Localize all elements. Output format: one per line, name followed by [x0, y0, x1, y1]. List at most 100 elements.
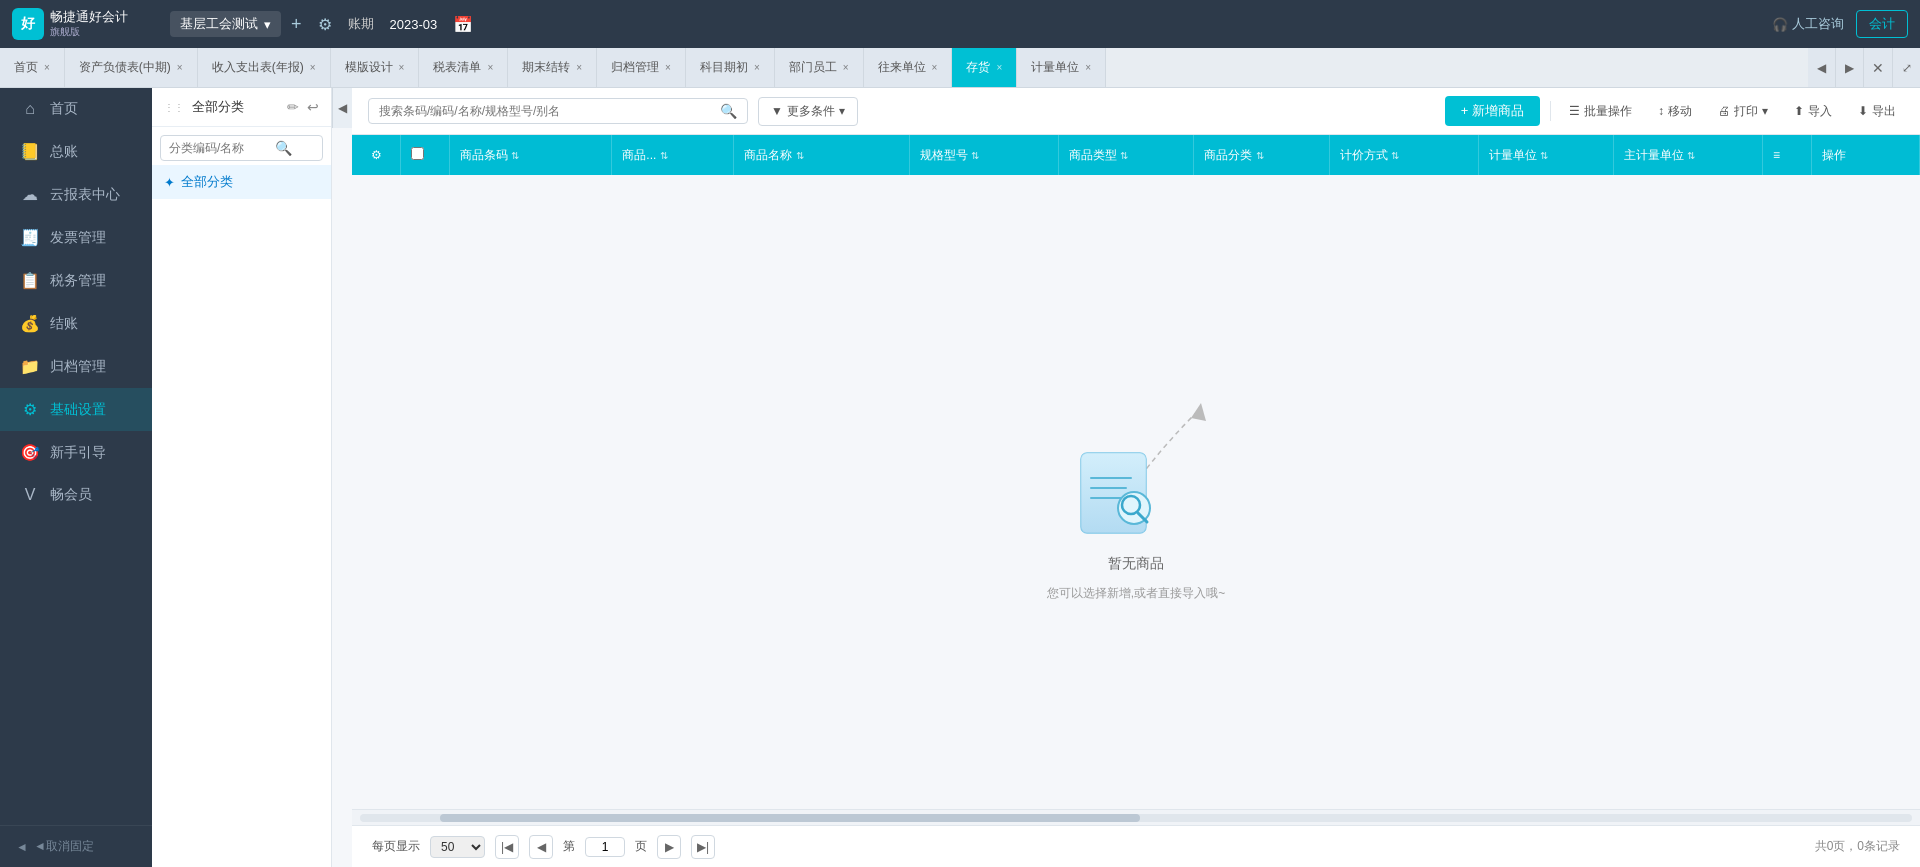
tab-label: 部门员工 [789, 59, 837, 76]
more-filter-button[interactable]: ▼ 更多条件 ▾ [758, 97, 858, 126]
prev-page-button[interactable]: ◀ [529, 835, 553, 859]
sidebar-toggle-pin[interactable]: ◄ ◄取消固定 [0, 825, 152, 867]
table-header: ⚙商品条码 ⇅商品... ⇅商品名称 ⇅规格型号 ⇅商品类型 ⇅商品分类 ⇅计价… [352, 135, 1920, 175]
batch-op-button[interactable]: ☰ 批量操作 [1561, 99, 1640, 124]
tab-首页[interactable]: 首页× [0, 48, 65, 88]
tab-往来单位[interactable]: 往来单位× [864, 48, 953, 88]
select-all-checkbox[interactable] [411, 147, 424, 160]
tab-close-icon[interactable]: × [177, 62, 183, 73]
sidebar-item-税务管理[interactable]: 📋税务管理 [0, 259, 152, 302]
next-page-button[interactable]: ▶ [657, 835, 681, 859]
print-button[interactable]: 🖨 打印 ▾ [1710, 99, 1776, 124]
col-商品类型[interactable]: 商品类型 ⇅ [1059, 135, 1194, 175]
tab-close-icon[interactable]: × [576, 62, 582, 73]
tab-税表清单[interactable]: 税表清单× [419, 48, 508, 88]
sort-icon: ⇅ [1256, 150, 1264, 161]
col-主计量单位[interactable]: 主计量单位 ⇅ [1614, 135, 1763, 175]
tab-部门员工[interactable]: 部门员工 × [775, 48, 864, 88]
left-panel: ⋮⋮ 全部分类 ✏ ↩ 🔍 [152, 88, 332, 867]
first-page-button[interactable]: |◀ [495, 835, 519, 859]
tab-close-all[interactable]: ✕ [1864, 48, 1892, 88]
last-page-button[interactable]: ▶| [691, 835, 715, 859]
col-操作: 操作 [1811, 135, 1919, 175]
empty-main-text: 暂无商品 [1108, 555, 1164, 573]
move-button[interactable]: ↕ 移动 [1650, 99, 1700, 124]
tab-expand[interactable]: ⤢ [1892, 48, 1920, 88]
project-selector[interactable]: 基层工会测试 ▾ [170, 11, 281, 37]
period-label: 账期 [348, 15, 374, 33]
tab-收入支出表(年报)[interactable]: 收入支出表(年报)× [198, 48, 331, 88]
export-button[interactable]: ⬇ 导出 [1850, 99, 1904, 124]
page-input[interactable] [585, 837, 625, 857]
tab-close-icon[interactable]: × [996, 62, 1002, 73]
sidebar-item-新手引导[interactable]: 🎯新手引导 [0, 431, 152, 474]
tab-close-icon[interactable]: × [1085, 62, 1091, 73]
sidebar-item-归档管理[interactable]: 📁归档管理 [0, 345, 152, 388]
col-计价方式[interactable]: 计价方式 ⇅ [1329, 135, 1478, 175]
tab-期末结转[interactable]: 期末结转× [508, 48, 597, 88]
tab-close-icon[interactable]: × [44, 62, 50, 73]
toolbar-search-input[interactable] [379, 104, 714, 118]
ai-consult-button[interactable]: 🎧 人工咨询 [1772, 15, 1844, 33]
settings-button[interactable]: ⚙ [318, 15, 332, 34]
sidebar-icon: ⌂ [20, 100, 40, 118]
horizontal-scrollbar[interactable] [352, 809, 1920, 825]
add-tab-button[interactable]: + [291, 14, 302, 35]
scroll-thumb[interactable] [440, 814, 1140, 822]
content-panels: ⋮⋮ 全部分类 ✏ ↩ 🔍 [152, 88, 1920, 867]
sidebar-icon: 📁 [20, 357, 40, 376]
tab-模版设计[interactable]: 模版设计× [331, 48, 420, 88]
panel-header-icons: ✏ ↩ [287, 99, 319, 115]
sidebar-item-首页[interactable]: ⌂首页 [0, 88, 152, 130]
sidebar-item-总账[interactable]: 📒总账 [0, 130, 152, 173]
collapse-panel-button[interactable]: ◀ [332, 88, 352, 128]
sidebar-item-云报表中心[interactable]: ☁云报表中心 [0, 173, 152, 216]
tab-close-icon[interactable]: × [754, 62, 760, 73]
tab-close-icon[interactable]: × [665, 62, 671, 73]
tab-close-icon[interactable]: × [932, 62, 938, 73]
col-规格型号[interactable]: 规格型号 ⇅ [910, 135, 1059, 175]
tab-计量单位[interactable]: 计量单位 × [1017, 48, 1106, 88]
tab-close-icon[interactable]: × [399, 62, 405, 73]
tab-资产负债表(中期)[interactable]: 资产负债表(中期)× [65, 48, 198, 88]
tab-close-icon[interactable]: × [843, 62, 849, 73]
tab-close-icon[interactable]: × [487, 62, 493, 73]
import-button[interactable]: ⬆ 导入 [1786, 99, 1840, 124]
tab-存货[interactable]: 存货× [952, 48, 1017, 88]
app-name: 畅捷通好会计 [50, 9, 128, 25]
per-page-select[interactable]: 50 20 100 [430, 836, 485, 858]
divider-1 [1550, 101, 1551, 121]
tab-scroll-right[interactable]: ▶ [1836, 48, 1864, 88]
content-area: ⋮⋮ 全部分类 ✏ ↩ 🔍 [152, 88, 1920, 867]
top-center: + ⚙ 账期 2023-03 📅 [291, 14, 1762, 35]
scroll-track[interactable] [360, 814, 1912, 822]
col-商品条码[interactable]: 商品条码 ⇅ [449, 135, 611, 175]
tab-label: 计量单位 [1031, 59, 1079, 76]
sidebar-item-基础设置[interactable]: ⚙基础设置 [0, 388, 152, 431]
tab-close-icon[interactable]: × [310, 62, 316, 73]
toolbar-search-icon[interactable]: 🔍 [720, 103, 737, 119]
all-category-item[interactable]: ✦ 全部分类 [152, 165, 331, 199]
tab-归档管理[interactable]: 归档管理× [597, 48, 686, 88]
col-商品分类[interactable]: 商品分类 ⇅ [1194, 135, 1329, 175]
left-search-icon[interactable]: 🔍 [275, 140, 292, 156]
col-商品...[interactable]: 商品... ⇅ [612, 135, 734, 175]
col-商品名称[interactable]: 商品名称 ⇅ [734, 135, 910, 175]
sidebar-item-发票管理[interactable]: 🧾发票管理 [0, 216, 152, 259]
sidebar-item-结账[interactable]: 💰结账 [0, 302, 152, 345]
doc-icon-wrap [1076, 443, 1156, 533]
kuaiji-button[interactable]: 会计 [1856, 10, 1908, 38]
left-search-input[interactable] [169, 141, 269, 155]
period-value: 2023-03 [390, 17, 438, 32]
sidebar-item-畅会员[interactable]: V畅会员 [0, 474, 152, 516]
col-计量单位[interactable]: 计量单位 ⇅ [1478, 135, 1613, 175]
calendar-icon[interactable]: 📅 [453, 15, 473, 34]
toolbar-search-box[interactable]: 🔍 [368, 98, 748, 124]
refresh-icon[interactable]: ↩ [307, 99, 319, 115]
add-product-button[interactable]: + 新增商品 [1445, 96, 1540, 126]
left-search-box[interactable]: 🔍 [160, 135, 323, 161]
tab-scroll-left[interactable]: ◀ [1808, 48, 1836, 88]
edit-icon[interactable]: ✏ [287, 99, 299, 115]
per-page-label: 每页显示 [372, 838, 420, 855]
tab-科目期初[interactable]: 科目期初× [686, 48, 775, 88]
